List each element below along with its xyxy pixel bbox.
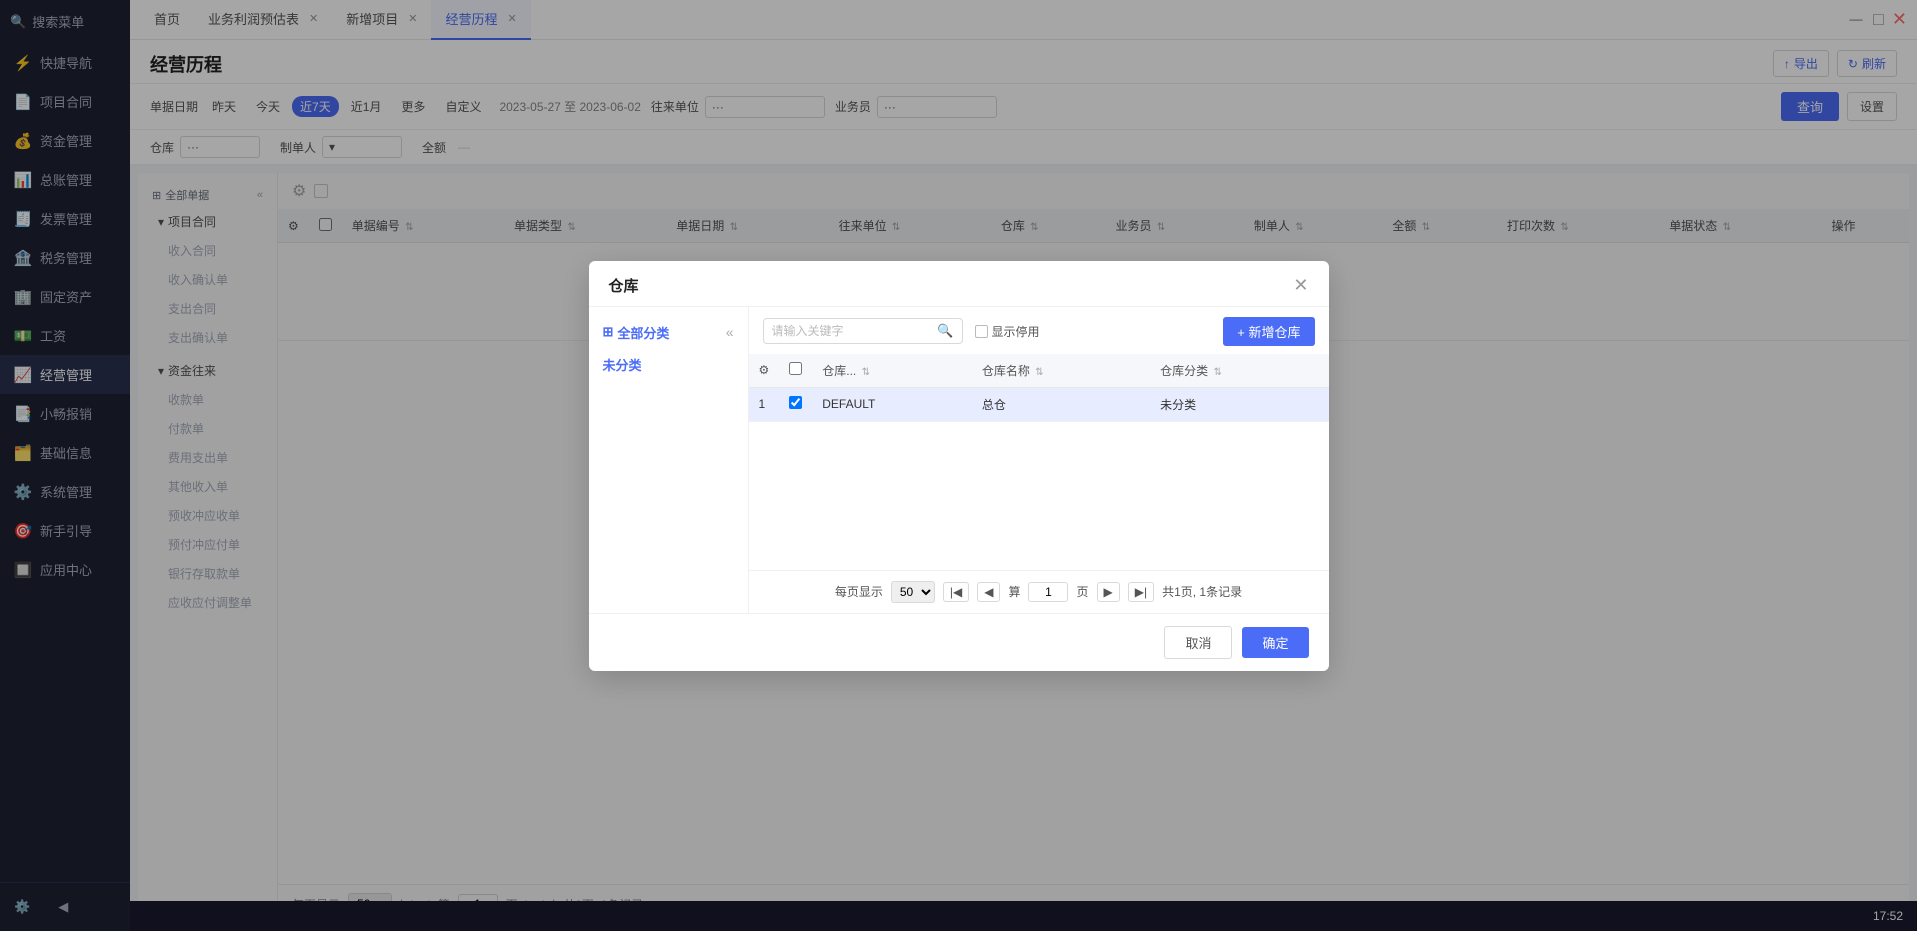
modal-search-box: 🔍 <box>763 318 963 344</box>
modal-search-input[interactable] <box>772 324 932 338</box>
row-num: 1 <box>749 387 780 421</box>
all-label-text: 全部分类 <box>617 323 669 342</box>
modal-table-wrapper: ⚙ 仓库... ⇅ 仓库名称 ⇅ 仓库分类 ⇅ 1 <box>749 354 1329 570</box>
row-name: 总仓 <box>972 387 1150 421</box>
row-checkbox[interactable] <box>779 387 812 421</box>
tree-panel-header: ⊞ 全部分类 « <box>589 317 748 348</box>
modal-per-page-label: 每页显示 <box>835 583 883 600</box>
show-disabled-text: 显示停用 <box>992 323 1040 340</box>
grid-icon-modal: ⊞ <box>603 324 614 340</box>
row-select-checkbox[interactable] <box>789 396 802 409</box>
modal-next-page[interactable]: ▶ <box>1097 582 1120 602</box>
modal-page-input[interactable] <box>1028 582 1068 602</box>
modal-th-check <box>779 354 812 388</box>
modal-pagination: 每页显示 50 |◀ ◀ 算 页 ▶ ▶| 共1页, 1条记录 <box>749 570 1329 613</box>
cancel-button[interactable]: 取消 <box>1164 626 1232 659</box>
tree-panel: ⊞ 全部分类 « 未分类 <box>589 307 749 613</box>
modal-total-info: 共1页, 1条记录 <box>1162 583 1242 600</box>
row-category: 未分类 <box>1150 387 1328 421</box>
app-container: 🔍 搜索菜单 ⚡ 快捷导航 📄 项目合同 💰 资金管理 📊 总账管理 🧾 发票管… <box>0 0 1917 931</box>
modal-th-category[interactable]: 仓库分类 ⇅ <box>1150 354 1328 388</box>
modal-page-suffix: 页 <box>1076 583 1088 600</box>
modal-title: 仓库 <box>609 275 639 296</box>
confirm-button[interactable]: 确定 <box>1242 627 1308 658</box>
warehouse-modal: 仓库 ✕ ⊞ 全部分类 « 未分类 <box>589 261 1329 671</box>
show-disabled-checkbox[interactable] <box>975 325 988 338</box>
modal-search-icon: 🔍 <box>937 323 953 339</box>
uncategorized-label: 未分类 <box>603 358 642 373</box>
modal-last-page[interactable]: ▶| <box>1128 582 1154 602</box>
modal-th-gear: ⚙ <box>749 354 780 388</box>
modal-page-word: 算 <box>1008 583 1020 600</box>
modal-overlay: 仓库 ✕ ⊞ 全部分类 « 未分类 <box>0 0 1917 931</box>
modal-prev-page[interactable]: ◀ <box>977 582 1000 602</box>
modal-th-name[interactable]: 仓库名称 ⇅ <box>972 354 1150 388</box>
add-warehouse-button[interactable]: + 新增仓库 <box>1223 317 1314 346</box>
show-disabled-label: 显示停用 <box>975 323 1040 340</box>
modal-table: ⚙ 仓库... ⇅ 仓库名称 ⇅ 仓库分类 ⇅ 1 <box>749 354 1329 422</box>
modal-footer: 取消 确定 <box>589 613 1329 671</box>
tree-scroll: 未分类 <box>589 348 748 603</box>
modal-toolbar: 🔍 显示停用 + 新增仓库 <box>749 307 1329 354</box>
modal-select-all[interactable] <box>789 362 802 375</box>
tree-collapse-icon[interactable]: « <box>726 324 734 340</box>
modal-first-page[interactable]: |◀ <box>943 582 969 602</box>
modal-header: 仓库 ✕ <box>589 261 1329 307</box>
modal-table-row[interactable]: 1 DEFAULT 总仓 未分类 <box>749 387 1329 421</box>
modal-per-page-select[interactable]: 50 <box>891 581 935 603</box>
tree-item-uncategorized[interactable]: 未分类 <box>589 348 748 381</box>
tree-all-label[interactable]: ⊞ 全部分类 <box>603 323 670 342</box>
row-code: DEFAULT <box>812 387 972 421</box>
modal-th-num[interactable]: 仓库... ⇅ <box>812 354 972 388</box>
modal-close-button[interactable]: ✕ <box>1293 276 1308 294</box>
modal-body: ⊞ 全部分类 « 未分类 <box>589 307 1329 613</box>
table-panel: 🔍 显示停用 + 新增仓库 <box>749 307 1329 613</box>
add-button-label: + 新增仓库 <box>1237 322 1300 341</box>
